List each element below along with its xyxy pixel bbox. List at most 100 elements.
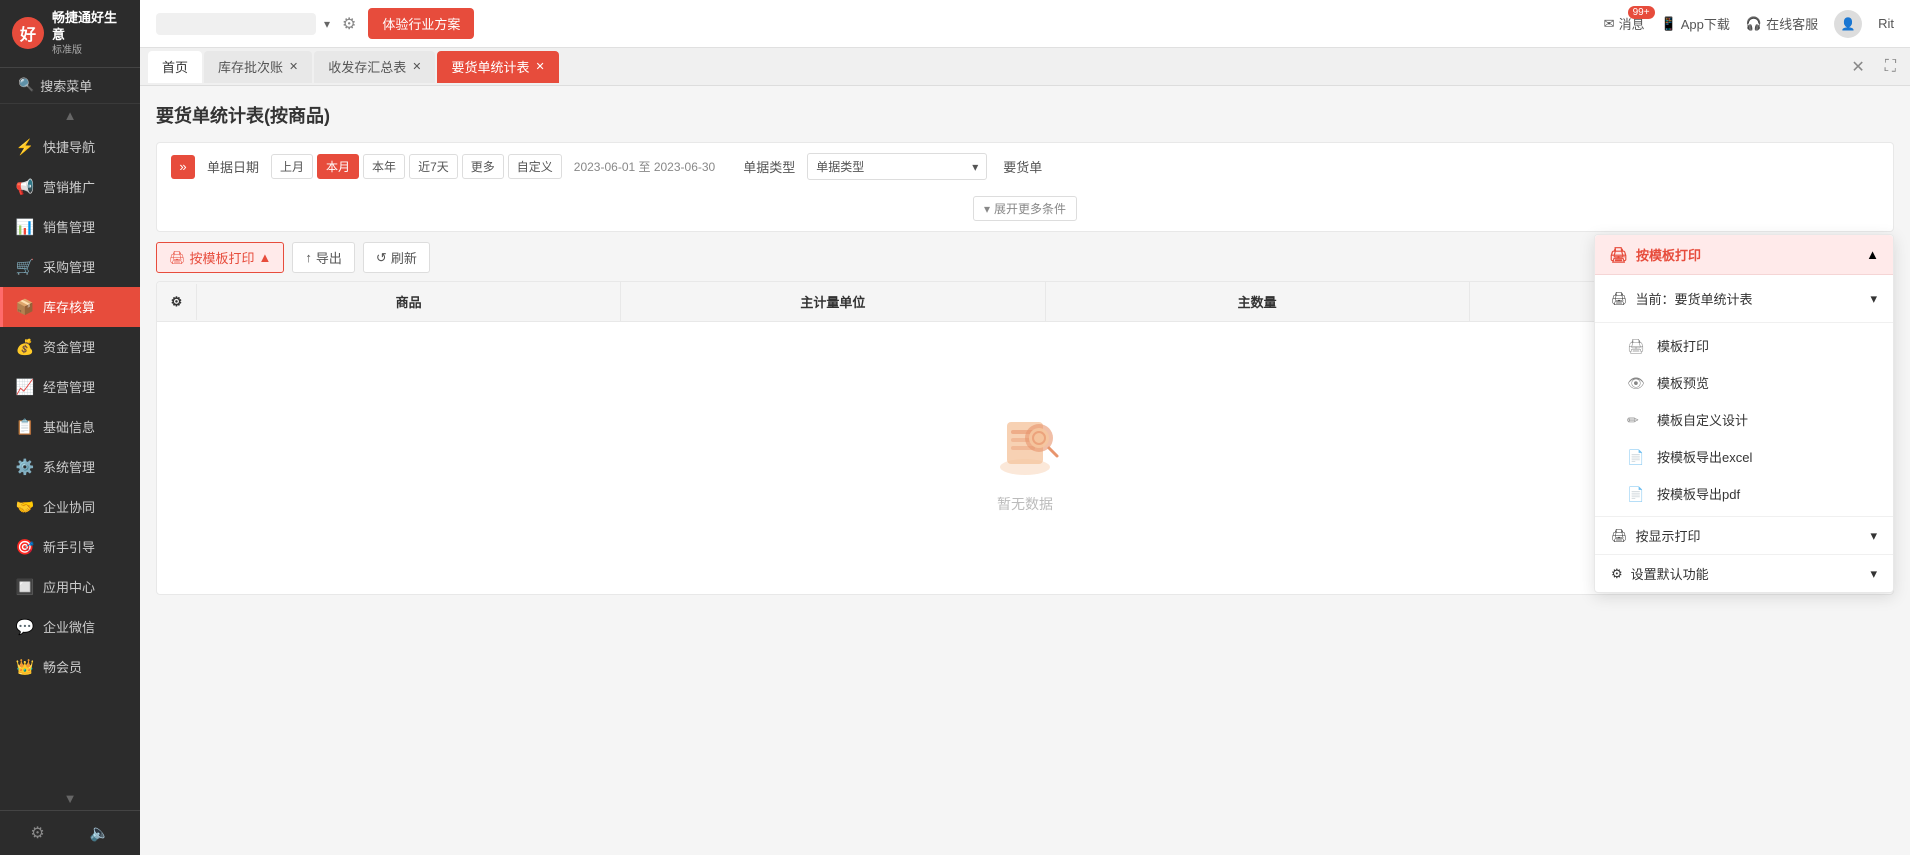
refresh-btn[interactable]: ↺ 刷新 [363,242,430,273]
dropdown-display-print-item[interactable]: 🖨 按显示打印 ▾ [1595,517,1893,554]
chevron-down-icon: ▾ [984,202,990,216]
dropdown-items-section: 🖨 模板打印 👁 模板预览 ✏ 模板自定义设计 📄 按模板导出excel 📄 [1595,323,1893,516]
settings-footer-btn[interactable]: ⚙ [26,819,48,847]
filter-date-btns: 上月 本月 本年 近7天 更多 自定义 [271,154,562,179]
sound-footer-btn[interactable]: 🔈 [86,819,114,847]
dropdown-item-template-print[interactable]: 🖨 模板打印 [1595,327,1893,364]
topbar-dropdown-arrow[interactable]: ▾ [324,17,330,31]
sidebar-item-inventory[interactable]: 📦 库存核算 [0,287,140,327]
template-preview-icon: 👁 [1627,375,1643,391]
tab-close-order-stats[interactable]: ✕ [536,60,545,73]
default-func-arrow: ▾ [1870,566,1877,582]
date-btn-prev-month[interactable]: 上月 [271,154,313,179]
user-avatar[interactable]: 👤 [1834,10,1862,38]
dropdown-default-func-item[interactable]: ⚙ 设置默认功能 ▾ [1595,555,1893,592]
tab-batch-accounts[interactable]: 库存批次账 ✕ [204,51,312,83]
print-template-btn[interactable]: 🖨 按模板打印 ▲ [156,242,284,273]
sidebar-scroll-down[interactable]: ▼ [0,787,140,810]
sidebar-logo: 好 畅捷通好生意 标准版 [0,0,140,68]
sidebar-item-finance[interactable]: 💰 资金管理 [0,327,140,367]
sidebar-scroll-up[interactable]: ▲ [0,104,140,127]
tab-expand-btn[interactable]: ⛶ [1879,56,1902,78]
sidebar-footer: ⚙ 🔈 [0,810,140,855]
date-range-display: 2023-06-01 至 2023-06-30 [574,158,715,175]
table-col-unit: 主计量单位 [621,282,1045,321]
finance-icon: 💰 [15,337,35,357]
export-excel-icon: 📄 [1627,449,1643,465]
dropdown-print-icon: 🖨 [1609,246,1628,264]
operation-icon: 📈 [15,377,35,397]
tab-receipt-summary[interactable]: 收发存汇总表 ✕ [314,51,435,83]
tab-close-receipt-summary[interactable]: ✕ [412,60,421,73]
search-icon: 🔍 [18,77,34,93]
sidebar-item-enterprise[interactable]: 🤝 企业协同 [0,487,140,527]
empty-illustration [985,402,1065,482]
sidebar-item-system[interactable]: ⚙️ 系统管理 [0,447,140,487]
sidebar-item-basic[interactable]: 📋 基础信息 [0,407,140,447]
dropdown-item-template-custom[interactable]: ✏ 模板自定义设计 [1595,401,1893,438]
display-print-icon: 🖨 [1611,528,1628,544]
table-col-quantity: 主数量 [1046,282,1470,321]
filter-row: » 单据日期 上月 本月 本年 近7天 更多 自定义 2023-06-01 至 … [171,153,1879,180]
template-custom-icon: ✏ [1627,412,1643,428]
sidebar-item-wechat[interactable]: 💬 企业微信 [0,607,140,647]
sidebar: 好 畅捷通好生意 标准版 🔍 搜索菜单 ▲ ⚡ 快捷导航 📢 营销推广 📊 销售… [0,0,140,855]
tabbar: 首页 库存批次账 ✕ 收发存汇总表 ✕ 要货单统计表 ✕ ✕ ⛶ [140,48,1910,86]
online-service-btn[interactable]: 🎧 在线客服 [1746,14,1818,33]
system-icon: ⚙️ [15,457,35,477]
topbar-settings-icon[interactable]: ⚙ [338,10,360,38]
sidebar-nav: ⚡ 快捷导航 📢 营销推广 📊 销售管理 🛒 采购管理 📦 库存核算 💰 资金管… [0,127,140,787]
topbar: ▾ ⚙ 体验行业方案 ✉ 消息 99+ 📱 App下载 🎧 在线客服 👤 Rit [140,0,1910,48]
type-select[interactable]: 单据类型 ▾ [807,153,987,180]
dropdown-item-export-excel[interactable]: 📄 按模板导出excel [1595,438,1893,475]
filter-expand-more-btn[interactable]: ▾ 展开更多条件 [973,196,1077,221]
dropdown-title: 🖨 按模板打印 [1609,245,1701,264]
quick-nav-icon: ⚡ [15,137,35,157]
sidebar-item-guide[interactable]: 🎯 新手引导 [0,527,140,567]
topbar-right: ✉ 消息 99+ 📱 App下载 🎧 在线客服 👤 Rit [1604,10,1894,38]
avatar-icon: 👤 [1841,17,1856,31]
table-col-goods: 商品 [197,282,621,321]
messages-btn[interactable]: ✉ 消息 99+ [1604,14,1645,33]
tab-close-all-btn[interactable]: ✕ [1845,55,1870,79]
current-template-item[interactable]: 🖨 当前：要货单统计表 ▾ [1611,283,1877,314]
app-download-btn[interactable]: 📱 App下载 [1661,14,1730,33]
export-pdf-icon: 📄 [1627,486,1643,502]
dropdown-item-template-preview[interactable]: 👁 模板预览 [1595,364,1893,401]
sidebar-item-member[interactable]: 👑 畅会员 [0,647,140,687]
table-col-settings[interactable]: ⚙ [157,284,197,320]
sidebar-search[interactable]: 🔍 搜索菜单 [0,68,140,104]
sales-icon: 📊 [15,217,35,237]
sidebar-item-marketing[interactable]: 📢 营销推广 [0,167,140,207]
template-print-icon: 🖨 [1627,338,1643,354]
sidebar-item-sales[interactable]: 📊 销售管理 [0,207,140,247]
export-icon: ↑ [305,250,312,265]
print-chevron-icon: ▲ [259,250,272,265]
tab-order-stats[interactable]: 要货单统计表 ✕ [437,51,558,83]
filter-panel: » 单据日期 上月 本月 本年 近7天 更多 自定义 2023-06-01 至 … [156,142,1894,232]
sidebar-item-quick-nav[interactable]: ⚡ 快捷导航 [0,127,140,167]
date-btn-custom[interactable]: 自定义 [508,154,562,179]
filter-toggle-btn[interactable]: » [171,155,195,179]
current-template-icon: 🖨 [1611,291,1628,307]
service-icon: 🎧 [1746,16,1762,32]
sidebar-item-operation[interactable]: 📈 经营管理 [0,367,140,407]
tab-close-batch-accounts[interactable]: ✕ [289,60,298,73]
dropdown-display-print-section: 🖨 按显示打印 ▾ [1595,516,1893,554]
date-btn-this-month[interactable]: 本月 [317,154,359,179]
topbar-search-input[interactable] [156,13,316,35]
sidebar-item-purchase[interactable]: 🛒 采购管理 [0,247,140,287]
export-btn[interactable]: ↑ 导出 [292,242,355,273]
app-logo-text: 畅捷通好生意 标准版 [52,10,128,57]
message-icon: ✉ [1604,16,1615,32]
date-btn-7days[interactable]: 近7天 [409,154,458,179]
default-func-icon: ⚙ [1611,566,1623,582]
date-btn-this-year[interactable]: 本年 [363,154,405,179]
app-logo-icon: 好 [12,17,44,49]
industry-btn[interactable]: 体验行业方案 [368,8,474,39]
tab-home[interactable]: 首页 [148,51,202,83]
date-btn-more[interactable]: 更多 [462,154,504,179]
dropdown-current-section: 🖨 当前：要货单统计表 ▾ [1595,275,1893,323]
sidebar-item-appstore[interactable]: 🔲 应用中心 [0,567,140,607]
dropdown-item-export-pdf[interactable]: 📄 按模板导出pdf [1595,475,1893,512]
